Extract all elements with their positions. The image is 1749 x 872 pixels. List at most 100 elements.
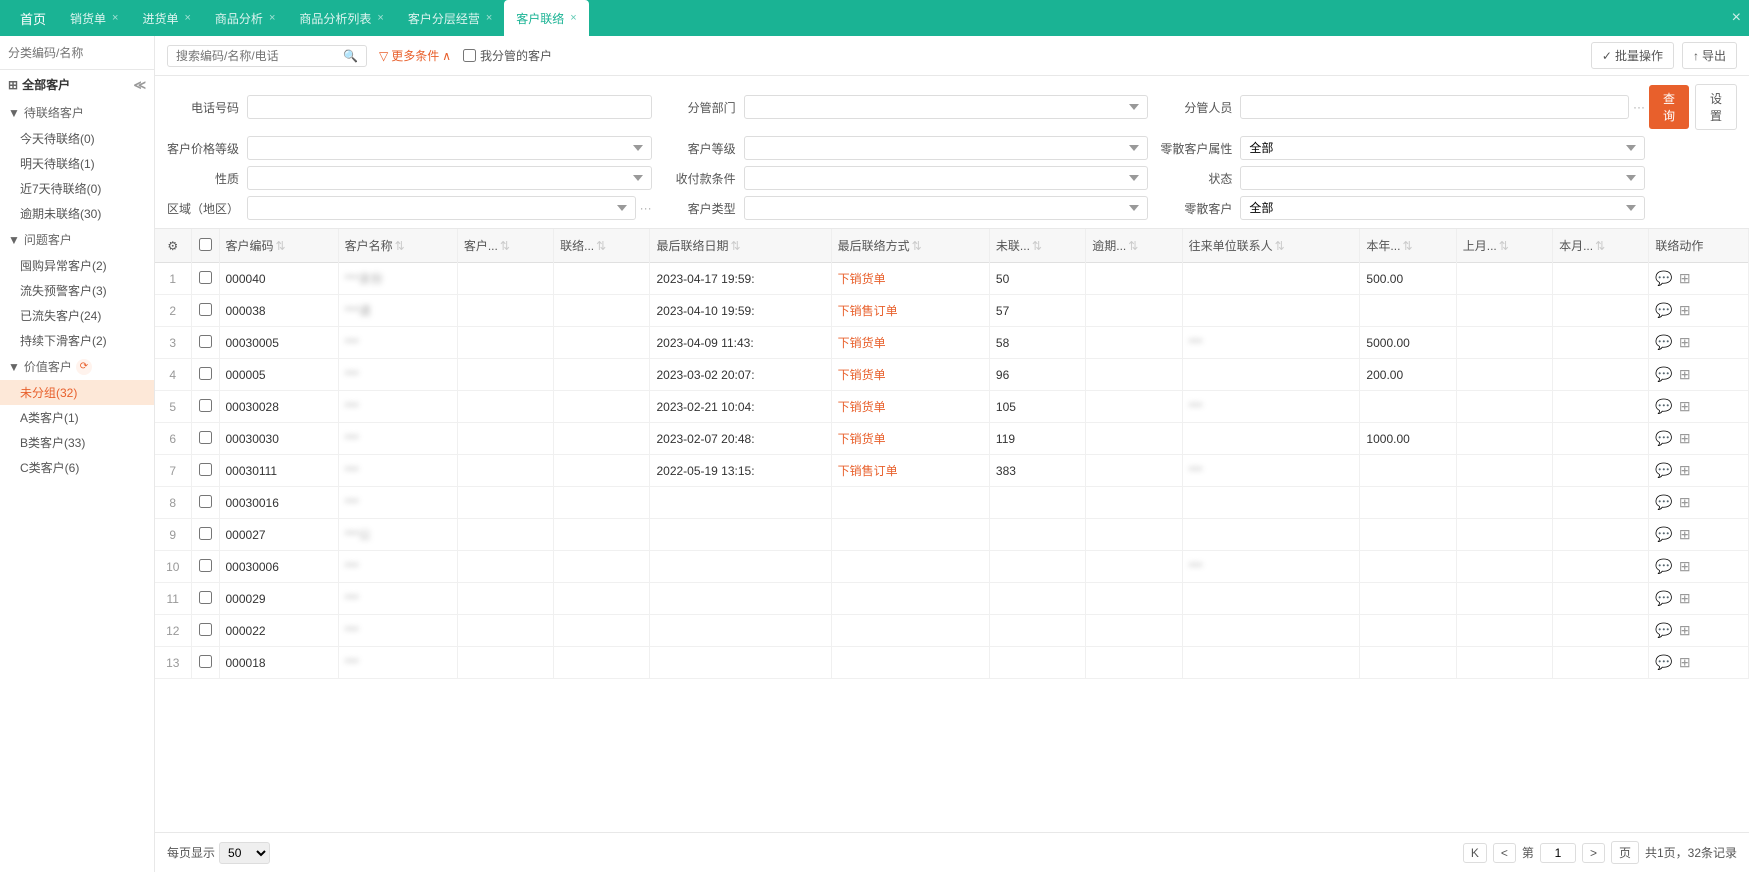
chat-icon[interactable]: 💬 [1655,590,1672,607]
apps-icon[interactable]: ⊞ [1679,654,1691,671]
price-level-select[interactable] [247,136,652,160]
first-page-btn[interactable]: K [1463,843,1487,863]
sidebar-item-ungroup[interactable]: 未分组(32) [0,380,154,405]
my-customers-checkbox-label[interactable]: 我分管的客户 [463,47,552,64]
apps-icon[interactable]: ⊞ [1679,270,1691,287]
row-checkbox[interactable] [199,559,212,572]
row-checkbox[interactable] [199,367,212,380]
last-way-link[interactable]: 下销货单 [838,272,886,286]
sidebar-item-declining[interactable]: 持续下滑客户(2) [0,328,154,353]
chat-icon[interactable]: 💬 [1655,366,1672,383]
chat-icon[interactable]: 💬 [1655,334,1672,351]
close-purchase-icon[interactable]: × [184,12,190,24]
row-checkbox-cell[interactable] [191,647,219,679]
row-checkbox[interactable] [199,271,212,284]
collapse-icon[interactable]: ≪ [133,78,146,92]
tab-analysis-list[interactable]: 商品分析列表 × [287,0,395,36]
scatter-select[interactable]: 全部 [1240,196,1645,220]
dept-select[interactable] [744,95,1149,119]
row-checkbox[interactable] [199,527,212,540]
customer-type-select[interactable] [744,196,1149,220]
last-way-link[interactable]: 下销货单 [838,432,886,446]
apps-icon[interactable]: ⊞ [1679,430,1691,447]
row-checkbox[interactable] [199,591,212,604]
row-checkbox[interactable] [199,463,212,476]
sidebar-item-today[interactable]: 今天待联络(0) [0,126,154,151]
close-salesorder-icon[interactable]: × [112,12,118,24]
chat-icon[interactable]: 💬 [1655,270,1672,287]
apps-icon[interactable]: ⊞ [1679,398,1691,415]
payment-select[interactable] [744,166,1149,190]
apps-icon[interactable]: ⊞ [1679,302,1691,319]
row-checkbox[interactable] [199,335,212,348]
apps-icon[interactable]: ⊞ [1679,526,1691,543]
col-settings[interactable]: ⚙ [155,229,191,263]
my-customers-checkbox[interactable] [463,49,476,62]
row-checkbox-cell[interactable] [191,487,219,519]
close-contact-icon[interactable]: × [570,12,576,24]
status-select[interactable] [1240,166,1645,190]
apps-icon[interactable]: ⊞ [1679,334,1691,351]
close-analysis-list-icon[interactable]: × [377,12,383,24]
group-pending-contact[interactable]: ▼ 待联络客户 [0,99,154,126]
chat-icon[interactable]: 💬 [1655,430,1672,447]
customer-level-select[interactable] [744,136,1149,160]
chat-icon[interactable]: 💬 [1655,622,1672,639]
row-checkbox[interactable] [199,431,212,444]
apps-icon[interactable]: ⊞ [1679,366,1691,383]
home-tab[interactable]: 首页 [8,9,58,28]
row-checkbox-cell[interactable] [191,295,219,327]
row-checkbox[interactable] [199,623,212,636]
row-checkbox[interactable] [199,655,212,668]
last-way-link[interactable]: 下销货单 [838,400,886,414]
apps-icon[interactable]: ⊞ [1679,462,1691,479]
chat-icon[interactable]: 💬 [1655,654,1672,671]
page-size-select[interactable]: 10 20 50 100 [219,842,270,864]
sidebar-item-stockpile[interactable]: 囤购异常客户(2) [0,253,154,278]
manager-more-icon[interactable]: ··· [1633,100,1645,114]
sidebar-item-classB[interactable]: B类客户(33) [0,430,154,455]
sidebar-item-classC[interactable]: C类客户(6) [0,455,154,480]
more-conditions-btn[interactable]: ▽ 更多条件 ∧ [379,47,451,64]
next-page-btn[interactable]: > [1582,843,1605,863]
chat-icon[interactable]: 💬 [1655,462,1672,479]
chat-icon[interactable]: 💬 [1655,558,1672,575]
search-input[interactable] [176,49,343,63]
region-select[interactable] [247,196,636,220]
row-checkbox-cell[interactable] [191,263,219,295]
group-value-customers[interactable]: ▼ 价值客户 ⟳ [0,353,154,380]
row-checkbox-cell[interactable] [191,615,219,647]
row-checkbox-cell[interactable] [191,455,219,487]
last-way-link[interactable]: 下销售订单 [838,304,898,318]
row-checkbox-cell[interactable] [191,391,219,423]
tab-salesorder[interactable]: 销货单 × [58,0,130,36]
sidebar-item-churn-warn[interactable]: 流失预警客户(3) [0,278,154,303]
sidebar-item-churned[interactable]: 已流失客户(24) [0,303,154,328]
batch-op-button[interactable]: ✓ 批量操作 [1591,42,1674,69]
tab-customer-contact[interactable]: 客户联络 × [504,0,588,36]
nature-select[interactable] [247,166,652,190]
scatter-attr-select[interactable]: 全部 [1240,136,1645,160]
close-all-icon[interactable]: × [1732,9,1741,27]
row-checkbox[interactable] [199,399,212,412]
last-way-link[interactable]: 下销货单 [838,368,886,382]
last-page-btn[interactable]: 页 [1611,841,1639,864]
chat-icon[interactable]: 💬 [1655,302,1672,319]
reset-button[interactable]: 设置 [1695,84,1737,130]
apps-icon[interactable]: ⊞ [1679,590,1691,607]
row-checkbox[interactable] [199,303,212,316]
prev-page-btn[interactable]: < [1493,843,1516,863]
row-checkbox-cell[interactable] [191,359,219,391]
chat-icon[interactable]: 💬 [1655,526,1672,543]
tab-purchase[interactable]: 进货单 × [130,0,202,36]
last-way-link[interactable]: 下销售订单 [838,464,898,478]
chat-icon[interactable]: 💬 [1655,494,1672,511]
apps-icon[interactable]: ⊞ [1679,622,1691,639]
apps-icon[interactable]: ⊞ [1679,494,1691,511]
col-checkbox[interactable] [191,229,219,263]
close-tier-icon[interactable]: × [486,12,492,24]
row-checkbox-cell[interactable] [191,551,219,583]
region-more-icon[interactable]: ··· [640,201,652,215]
refresh-badge[interactable]: ⟳ [76,359,92,375]
row-checkbox-cell[interactable] [191,423,219,455]
